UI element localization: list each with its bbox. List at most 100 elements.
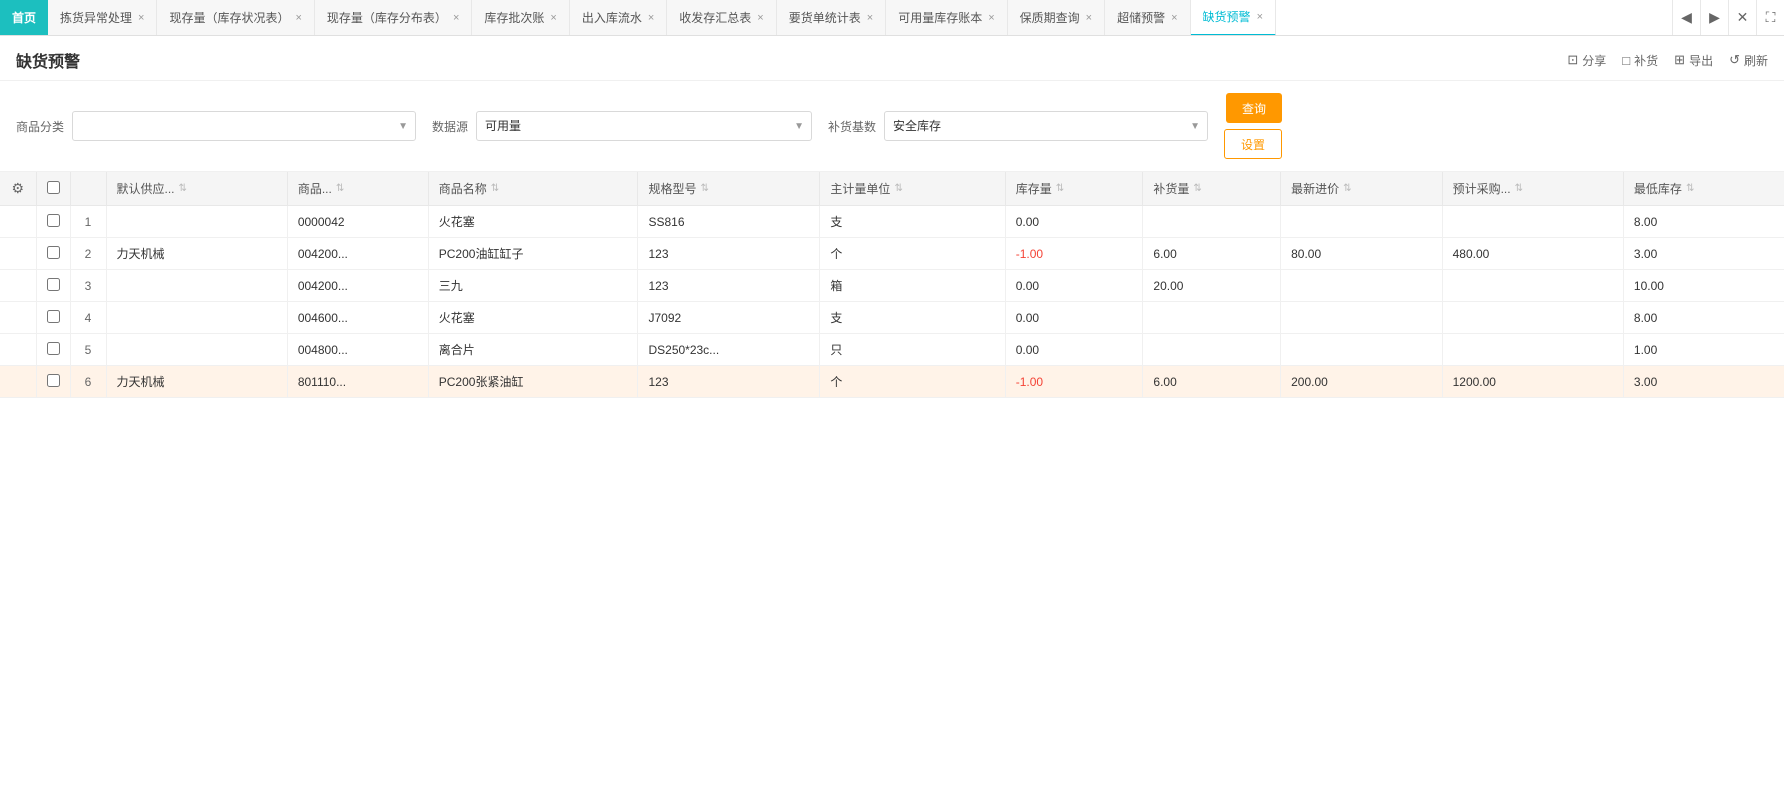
page-header: 缺货预警 ⊡ 分享 □ 补货 ⊞ 导出 ↺ 刷新 [0,36,1784,81]
gear-settings-icon[interactable]: ⚙ [11,180,24,196]
tab-inventory-status-close[interactable]: × [295,12,301,24]
tab-receive-summary-close[interactable]: × [757,12,763,24]
share-btn[interactable]: ⊡ 分享 [1567,52,1606,69]
row-checkbox[interactable] [47,310,60,323]
tab-inventory-dist-label: 现存量（库存分布表） [327,9,447,26]
row-estimated-purchase: 480.00 [1442,238,1623,270]
tab-inout-flow-close[interactable]: × [648,12,654,24]
filter-bar: 商品分类 ▼ 数据源 可用量 库存量 ▼ 补货基数 [0,81,1784,172]
row-checkbox[interactable] [47,214,60,227]
row-unit: 个 [820,366,1005,398]
col-unit: 主计量单位 ⇅ [820,172,1005,206]
col-gear: ⚙ [0,172,36,206]
row-stock-qty: -1.00 [1005,238,1143,270]
tab-overstock[interactable]: 超储预警 × [1105,0,1190,36]
row-estimated-purchase [1442,206,1623,238]
tab-batch-account[interactable]: 库存批次账 × [472,0,569,36]
row-replenish-qty: 6.00 [1143,238,1281,270]
product-category-select[interactable] [72,111,416,141]
row-stock-qty: 0.00 [1005,334,1143,366]
tab-next-btn[interactable]: ▶ [1700,0,1728,36]
shortage-table: ⚙ 默认供应... ⇅ 商品... [0,172,1784,398]
col-min-stock-label: 最低库存 [1634,180,1682,197]
settings-button[interactable]: 设置 [1224,129,1282,159]
col-product-name-sort-icon[interactable]: ⇅ [491,183,499,194]
table-row: 1 0000042 火花塞 SS816 支 0.00 8.00 [0,206,1784,238]
row-checkbox[interactable] [47,342,60,355]
share-icon: ⊡ [1567,52,1578,68]
table-body: 1 0000042 火花塞 SS816 支 0.00 8.00 2 力天机械 0… [0,206,1784,398]
data-source-label: 数据源 [432,118,468,135]
col-checkbox [36,172,70,206]
row-min-stock: 3.00 [1623,238,1784,270]
col-product-name: 商品名称 ⇅ [428,172,638,206]
tab-overstock-close[interactable]: × [1171,12,1177,24]
refresh-btn[interactable]: ↺ 刷新 [1729,52,1768,69]
col-spec: 规格型号 ⇅ [638,172,820,206]
tab-home[interactable]: 首页 [0,0,48,36]
row-default-supplier [106,270,287,302]
tab-expiry-query[interactable]: 保质期查询 × [1008,0,1105,36]
tab-prev-btn[interactable]: ◀ [1672,0,1700,36]
tab-demand-stats-close[interactable]: × [867,12,873,24]
row-gear-cell [0,238,36,270]
row-number: 3 [70,270,106,302]
select-all-checkbox[interactable] [47,181,60,194]
tab-receive-summary[interactable]: 收发存汇总表 × [667,0,776,36]
tab-exception-close[interactable]: × [138,12,144,24]
row-product-name: 火花塞 [428,302,638,334]
col-min-stock-sort-icon[interactable]: ⇅ [1686,183,1694,194]
tab-batch-account-close[interactable]: × [550,12,556,24]
col-unit-sort-icon[interactable]: ⇅ [894,183,902,194]
row-checkbox[interactable] [47,246,60,259]
row-min-stock: 3.00 [1623,366,1784,398]
row-stock-qty: 0.00 [1005,302,1143,334]
tab-close-all-btn[interactable]: ✕ [1728,0,1756,36]
row-default-supplier: 力天机械 [106,238,287,270]
tab-expiry-query-close[interactable]: × [1086,12,1092,24]
query-button[interactable]: 查询 [1226,93,1282,123]
col-product-code-label: 商品... [298,180,332,197]
tab-inventory-status[interactable]: 现存量（库存状况表） × [157,0,314,36]
filter-right-buttons: 查询 设置 [1224,93,1282,159]
col-row-num [70,172,106,206]
tab-inventory-dist[interactable]: 现存量（库存分布表） × [315,0,472,36]
row-latest-price [1281,206,1443,238]
row-stock-qty: 0.00 [1005,270,1143,302]
data-source-select[interactable]: 可用量 库存量 [476,111,812,141]
product-category-label: 商品分类 [16,118,64,135]
col-stock-qty-sort-icon[interactable]: ⇅ [1056,183,1064,194]
row-checkbox[interactable] [47,278,60,291]
row-number: 5 [70,334,106,366]
col-estimated-purchase: 预计采购... ⇅ [1442,172,1623,206]
tab-inout-flow[interactable]: 出入库流水 × [570,0,667,36]
replenish-btn[interactable]: □ 补货 [1622,52,1658,69]
col-replenish-qty-sort-icon[interactable]: ⇅ [1193,183,1201,194]
row-number: 1 [70,206,106,238]
tab-inventory-dist-close[interactable]: × [453,12,459,24]
col-latest-price-sort-icon[interactable]: ⇅ [1343,183,1351,194]
tab-inventory-status-label: 现存量（库存状况表） [169,9,289,26]
tab-exception[interactable]: 拣货异常处理 × [48,0,157,36]
row-unit: 支 [820,206,1005,238]
tab-demand-stats[interactable]: 要货单统计表 × [777,0,886,36]
tab-shortage[interactable]: 缺货预警 × [1191,0,1276,36]
refresh-icon: ↺ [1729,52,1740,68]
row-checkbox[interactable] [47,374,60,387]
replenish-base-select[interactable]: 安全库存 最低库存 [884,111,1208,141]
col-estimated-purchase-sort-icon[interactable]: ⇅ [1515,183,1523,194]
row-default-supplier: 力天机械 [106,366,287,398]
table-container: ⚙ 默认供应... ⇅ 商品... [0,172,1784,398]
row-gear-cell [0,302,36,334]
export-btn[interactable]: ⊞ 导出 [1674,52,1713,69]
tab-fullscreen-btn[interactable]: ⛶ [1756,0,1784,36]
row-latest-price [1281,302,1443,334]
tab-shortage-close[interactable]: × [1257,11,1263,23]
col-product-code-sort-icon[interactable]: ⇅ [336,183,344,194]
table-row: 3 004200... 三九 123 箱 0.00 20.00 10.00 [0,270,1784,302]
tab-available-ledger[interactable]: 可用量库存账本 × [886,0,1007,36]
col-default-supplier-sort-icon[interactable]: ⇅ [179,183,187,194]
tab-available-ledger-close[interactable]: × [988,12,994,24]
col-spec-sort-icon[interactable]: ⇅ [700,183,708,194]
row-min-stock: 10.00 [1623,270,1784,302]
